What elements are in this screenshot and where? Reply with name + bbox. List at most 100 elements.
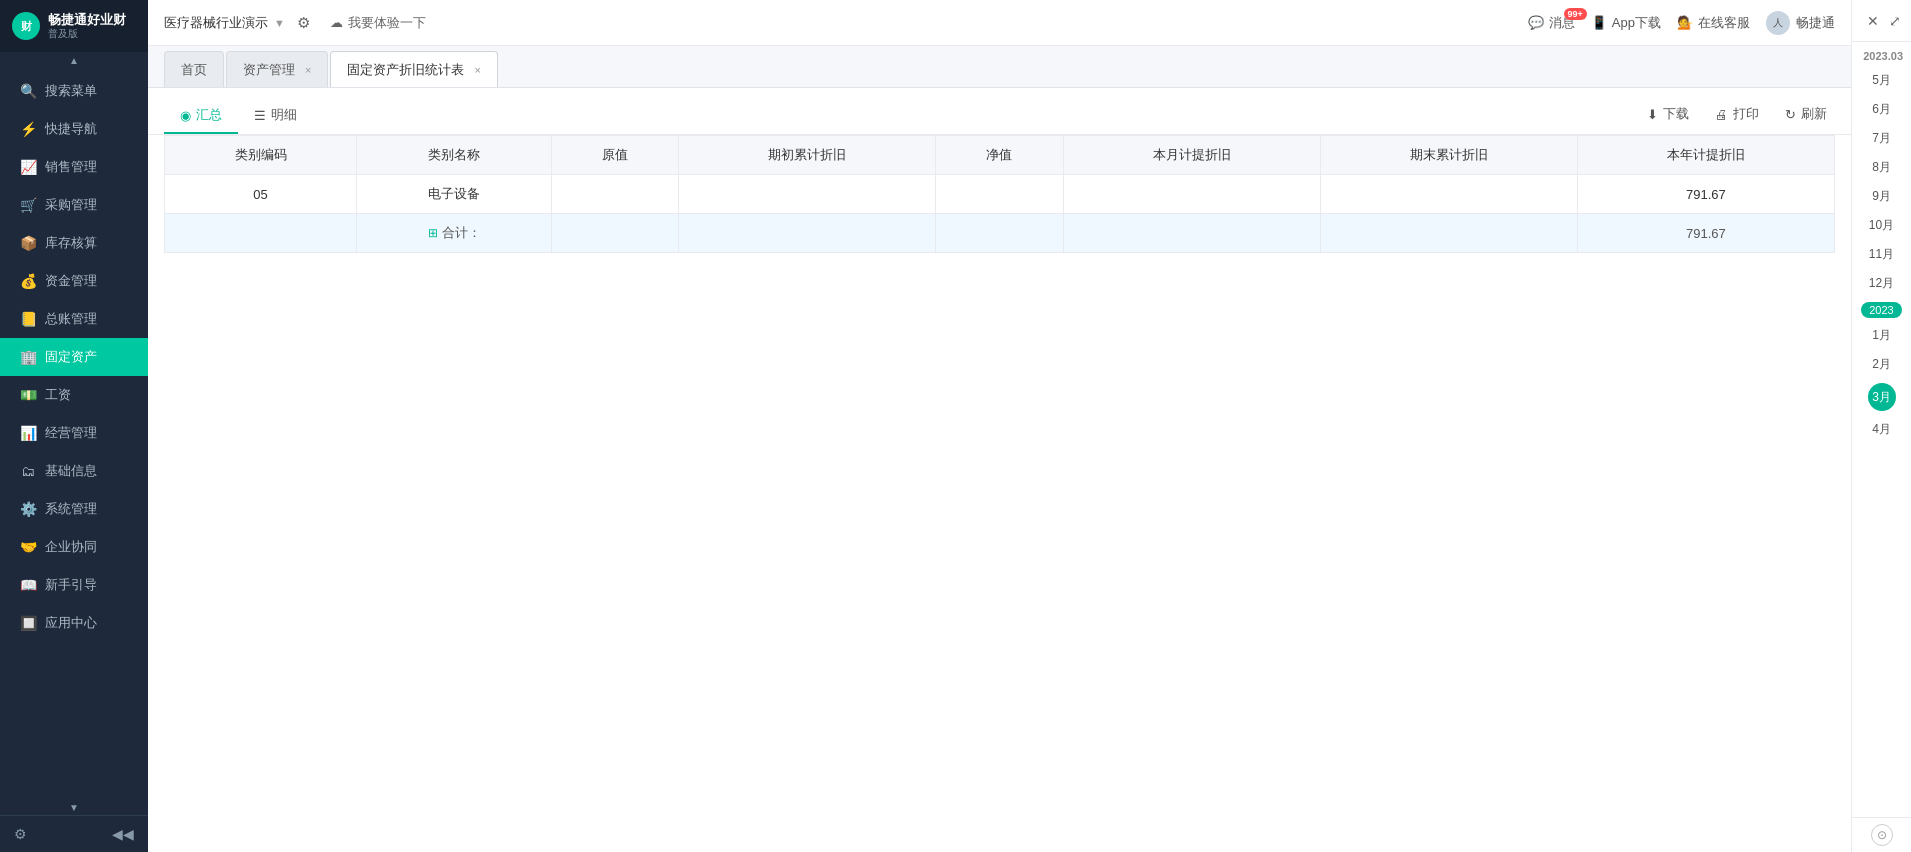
sidebar-item-enterprise[interactable]: 🤝 企业协同 xyxy=(0,528,148,566)
sidebar-collapse-icon[interactable]: ◀◀ xyxy=(112,826,134,842)
tab-asset-mgmt-close[interactable]: × xyxy=(305,64,311,76)
tab-asset-mgmt[interactable]: 资产管理 × xyxy=(226,51,328,87)
refresh-label: 刷新 xyxy=(1801,105,1827,123)
tab-asset-mgmt-label: 资产管理 xyxy=(243,61,295,79)
sidebar-item-guide[interactable]: 📖 新手引导 xyxy=(0,566,148,604)
logo-subtitle: 普及版 xyxy=(48,28,126,40)
sidebar-item-apps-label: 应用中心 xyxy=(45,614,97,632)
sidebar: 财 畅捷通好业财 普及版 ▲ 🔍 搜索菜单 ⚡ 快捷导航 📈 销售管理 🛒 采购… xyxy=(0,0,148,852)
sidebar-logo: 财 畅捷通好业财 普及版 xyxy=(0,0,148,52)
logo-title: 畅捷通好业财 xyxy=(48,12,126,28)
sidebar-item-system[interactable]: ⚙️ 系统管理 xyxy=(0,490,148,528)
download-toolbar-label: 下载 xyxy=(1663,105,1689,123)
download-button[interactable]: ⬇ 下载 xyxy=(1639,101,1697,127)
sidebar-item-search[interactable]: 🔍 搜索菜单 xyxy=(0,72,148,110)
sidebar-item-finance-label: 资金管理 xyxy=(45,272,97,290)
tab-home-label: 首页 xyxy=(181,61,207,79)
col-code: 类别编码 xyxy=(165,136,357,175)
print-button[interactable]: 🖨 打印 xyxy=(1707,101,1767,127)
tab-fixed-depreciation[interactable]: 固定资产折旧统计表 × xyxy=(330,51,497,87)
col-annual-depr: 本年计提折旧 xyxy=(1577,136,1834,175)
refresh-icon: ↻ xyxy=(1785,107,1796,122)
tab-home[interactable]: 首页 xyxy=(164,51,224,87)
sidebar-footer: ⚙ ◀◀ xyxy=(0,815,148,852)
sidebar-item-finance[interactable]: 💰 资金管理 xyxy=(0,262,148,300)
month-8[interactable]: 8月 xyxy=(1852,153,1911,182)
logo-icon: 财 xyxy=(12,12,40,40)
sidebar-item-basic[interactable]: 🗂 基础信息 xyxy=(0,452,148,490)
sidebar-item-fixed[interactable]: 🏢 固定资产 xyxy=(0,338,148,376)
company-selector[interactable]: 医疗器械行业演示 ▼ xyxy=(164,14,285,32)
year-tag[interactable]: 2023 xyxy=(1861,302,1901,318)
sidebar-item-quicknav-label: 快捷导航 xyxy=(45,120,97,138)
download-toolbar-icon: ⬇ xyxy=(1647,107,1658,122)
topbar: 医疗器械行业演示 ▼ ⚙ ☁ 我要体验一下 💬 消息 99+ 📱 App下载 💁… xyxy=(148,0,1851,46)
fixed-icon: 🏢 xyxy=(19,349,37,365)
month-11[interactable]: 11月 xyxy=(1852,240,1911,269)
topbar-settings-icon[interactable]: ⚙ xyxy=(297,14,310,32)
print-icon: 🖨 xyxy=(1715,107,1728,122)
detail-icon: ☰ xyxy=(254,108,266,123)
month-2[interactable]: 2月 xyxy=(1852,350,1911,379)
month-4[interactable]: 4月 xyxy=(1852,415,1911,444)
total-original xyxy=(551,214,678,253)
month-3-current[interactable]: 3月 xyxy=(1868,383,1896,411)
month-10[interactable]: 10月 xyxy=(1852,211,1911,240)
expand-panel-icon[interactable]: ⤢ xyxy=(1887,11,1903,31)
month-5[interactable]: 5月 xyxy=(1852,66,1911,95)
sidebar-item-quicknav[interactable]: ⚡ 快捷导航 xyxy=(0,110,148,148)
month-9[interactable]: 9月 xyxy=(1852,182,1911,211)
sidebar-item-inventory[interactable]: 📦 库存核算 xyxy=(0,224,148,262)
row-ending-depr xyxy=(1320,175,1577,214)
refresh-button[interactable]: ↻ 刷新 xyxy=(1777,101,1835,127)
table-row: 05 电子设备 791.67 xyxy=(165,175,1835,214)
total-code-cell xyxy=(165,214,357,253)
experience-icon: ☁ xyxy=(330,15,343,30)
sidebar-item-payroll[interactable]: 💵 工资 xyxy=(0,376,148,414)
experience-label: 我要体验一下 xyxy=(348,14,426,32)
purchase-icon: 🛒 xyxy=(19,197,37,213)
month-1[interactable]: 1月 xyxy=(1852,321,1911,350)
month-7[interactable]: 7月 xyxy=(1852,124,1911,153)
subtab-detail[interactable]: ☰ 明细 xyxy=(238,98,313,134)
inventory-icon: 📦 xyxy=(19,235,37,251)
download-button[interactable]: 📱 App下载 xyxy=(1591,14,1661,32)
service-label: 在线客服 xyxy=(1698,14,1750,32)
sidebar-item-management[interactable]: 📊 经营管理 xyxy=(0,414,148,452)
summary-icon: ◉ xyxy=(180,108,191,123)
subtab-summary[interactable]: ◉ 汇总 xyxy=(164,98,238,134)
total-annual-depr: 791.67 xyxy=(1577,214,1834,253)
close-panel-icon[interactable]: ✕ xyxy=(1865,11,1881,31)
sidebar-item-inventory-label: 库存核算 xyxy=(45,234,97,252)
message-button[interactable]: 💬 消息 99+ xyxy=(1528,14,1575,32)
sidebar-item-ledger-label: 总账管理 xyxy=(45,310,97,328)
sidebar-scroll-down[interactable]: ▼ xyxy=(0,799,148,815)
sidebar-item-ledger[interactable]: 📒 总账管理 xyxy=(0,300,148,338)
apps-icon: 🔲 xyxy=(19,615,37,631)
finance-icon: 💰 xyxy=(19,273,37,289)
tab-fixed-depreciation-close[interactable]: × xyxy=(474,64,480,76)
row-name: 电子设备 xyxy=(357,175,552,214)
total-ending-depr xyxy=(1320,214,1577,253)
sidebar-item-sales[interactable]: 📈 销售管理 xyxy=(0,148,148,186)
quicknav-icon: ⚡ xyxy=(19,121,37,137)
total-monthly-depr xyxy=(1063,214,1320,253)
experience-button[interactable]: ☁ 我要体验一下 xyxy=(330,14,426,32)
month-12[interactable]: 12月 xyxy=(1852,269,1911,298)
guide-icon: 📖 xyxy=(19,577,37,593)
sidebar-item-purchase[interactable]: 🛒 采购管理 xyxy=(0,186,148,224)
panel-bottom-icon[interactable]: ⊙ xyxy=(1871,824,1893,846)
sales-icon: 📈 xyxy=(19,159,37,175)
sidebar-item-fixed-label: 固定资产 xyxy=(45,348,97,366)
topbar-right: 💬 消息 99+ 📱 App下载 💁 在线客服 人 畅捷通 xyxy=(1528,11,1835,35)
download-label: App下载 xyxy=(1612,14,1661,32)
month-6[interactable]: 6月 xyxy=(1852,95,1911,124)
sidebar-item-apps[interactable]: 🔲 应用中心 xyxy=(0,604,148,642)
user-menu[interactable]: 人 畅捷通 xyxy=(1766,11,1835,35)
service-button[interactable]: 💁 在线客服 xyxy=(1677,14,1750,32)
sidebar-scroll-up[interactable]: ▲ xyxy=(0,52,148,68)
sidebar-settings-icon[interactable]: ⚙ xyxy=(14,826,27,842)
sidebar-item-search-label: 搜索菜单 xyxy=(45,82,97,100)
depreciation-table: 类别编码 类别名称 原值 期初累计折旧 净值 本月计提折旧 期末累计折旧 本年计… xyxy=(164,135,1835,253)
company-chevron-icon: ▼ xyxy=(274,17,285,29)
